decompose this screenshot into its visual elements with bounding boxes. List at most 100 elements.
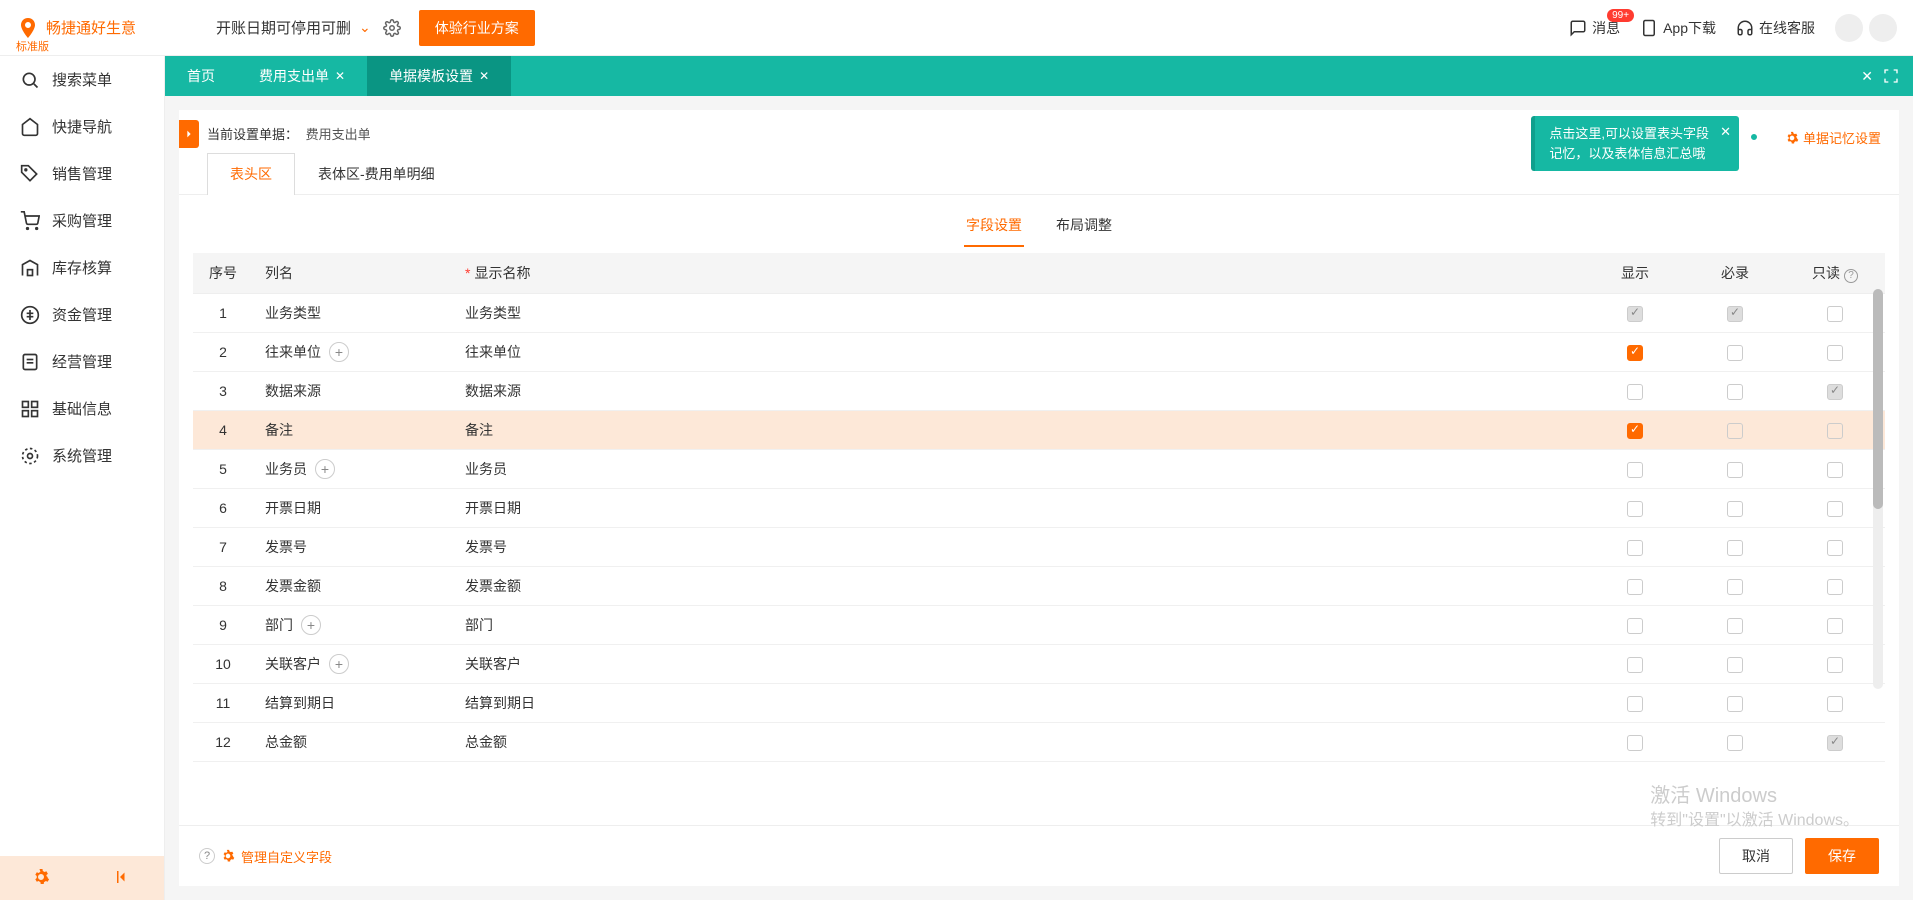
sidebar-item-system[interactable]: 系统管理 (0, 432, 164, 479)
fullscreen-icon[interactable] (1883, 68, 1899, 84)
cell-display[interactable]: 备注 (453, 411, 1585, 450)
checkbox[interactable] (1827, 306, 1843, 322)
cell-display[interactable]: 业务类型 (453, 294, 1585, 333)
cell-display[interactable]: 往来单位 (453, 333, 1585, 372)
cell-display[interactable]: 发票号 (453, 528, 1585, 567)
plus-icon[interactable]: + (329, 654, 349, 674)
header-gear-icon[interactable] (383, 19, 401, 37)
sidebar-item-inventory[interactable]: 库存核算 (0, 244, 164, 291)
plus-icon[interactable]: + (329, 342, 349, 362)
tab-expense[interactable]: 费用支出单 ✕ (237, 56, 367, 96)
cell-display[interactable]: 数据来源 (453, 372, 1585, 411)
checkbox[interactable] (1727, 423, 1743, 439)
checkbox[interactable] (1827, 657, 1843, 673)
scrollbar[interactable] (1873, 289, 1883, 689)
sidebar-item-sales[interactable]: 销售管理 (0, 150, 164, 197)
close-icon[interactable]: ✕ (1720, 122, 1731, 142)
sidebar-item-search[interactable]: 搜索菜单 (0, 56, 164, 103)
sidebar-settings-icon[interactable] (32, 868, 50, 889)
avatar[interactable] (1835, 14, 1863, 42)
sidebar-item-operations[interactable]: 经营管理 (0, 338, 164, 385)
avatar[interactable] (1869, 14, 1897, 42)
table-row[interactable]: 6开票日期开票日期 (193, 489, 1885, 528)
scrollbar-thumb[interactable] (1873, 289, 1883, 509)
checkbox[interactable] (1827, 735, 1843, 751)
logo[interactable]: 畅捷通好生意 (16, 16, 176, 40)
cancel-button[interactable]: 取消 (1719, 838, 1793, 874)
checkbox[interactable] (1827, 423, 1843, 439)
checkbox[interactable] (1827, 540, 1843, 556)
sidebar-item-baseinfo[interactable]: 基础信息 (0, 385, 164, 432)
checkbox[interactable] (1827, 501, 1843, 517)
checkbox[interactable] (1727, 540, 1743, 556)
tab-home[interactable]: 首页 (165, 56, 237, 96)
checkbox[interactable] (1627, 306, 1643, 322)
memory-settings-link[interactable]: 单据记忆设置 (1785, 128, 1881, 147)
cell-display[interactable]: 结算到期日 (453, 684, 1585, 723)
save-button[interactable]: 保存 (1805, 838, 1879, 874)
table-row[interactable]: 9部门+部门 (193, 606, 1885, 645)
table-row[interactable]: 12总金额总金额 (193, 723, 1885, 762)
area-tab-body[interactable]: 表体区-费用单明细 (295, 153, 458, 194)
industry-plan-button[interactable]: 体验行业方案 (419, 10, 535, 46)
checkbox[interactable] (1727, 345, 1743, 361)
checkbox[interactable] (1627, 384, 1643, 400)
cell-display[interactable]: 关联客户 (453, 645, 1585, 684)
checkbox[interactable] (1827, 579, 1843, 595)
table-row[interactable]: 11结算到期日结算到期日 (193, 684, 1885, 723)
cell-display[interactable]: 部门 (453, 606, 1585, 645)
close-all-icon[interactable]: ✕ (1861, 68, 1873, 85)
area-tab-header[interactable]: 表头区 (207, 153, 295, 195)
tab-template-settings[interactable]: 单据模板设置 ✕ (367, 56, 511, 96)
cell-display[interactable]: 业务员 (453, 450, 1585, 489)
checkbox[interactable] (1627, 579, 1643, 595)
table-row[interactable]: 1业务类型业务类型 (193, 294, 1885, 333)
checkbox[interactable] (1727, 735, 1743, 751)
checkbox[interactable] (1827, 696, 1843, 712)
sidebar-item-purchase[interactable]: 采购管理 (0, 197, 164, 244)
checkbox[interactable] (1627, 423, 1643, 439)
checkbox[interactable] (1627, 696, 1643, 712)
close-icon[interactable]: ✕ (335, 69, 345, 83)
sub-tab-fields[interactable]: 字段设置 (964, 209, 1024, 247)
checkbox[interactable] (1827, 345, 1843, 361)
checkbox[interactable] (1627, 657, 1643, 673)
checkbox[interactable] (1727, 462, 1743, 478)
checkbox[interactable] (1727, 579, 1743, 595)
sidebar-item-quicknav[interactable]: 快捷导航 (0, 103, 164, 150)
customer-service-button[interactable]: 在线客服 (1736, 18, 1815, 38)
checkbox[interactable] (1727, 384, 1743, 400)
table-row[interactable]: 4备注备注 (193, 411, 1885, 450)
close-icon[interactable]: ✕ (479, 69, 489, 83)
table-row[interactable]: 7发票号发票号 (193, 528, 1885, 567)
table-row[interactable]: 2往来单位+往来单位 (193, 333, 1885, 372)
checkbox[interactable] (1827, 384, 1843, 400)
checkbox[interactable] (1627, 345, 1643, 361)
checkbox[interactable] (1627, 501, 1643, 517)
checkbox[interactable] (1727, 501, 1743, 517)
table-row[interactable]: 3数据来源数据来源 (193, 372, 1885, 411)
expand-toggle[interactable] (179, 120, 199, 148)
checkbox[interactable] (1827, 618, 1843, 634)
info-icon[interactable]: ? (1844, 269, 1858, 283)
plus-icon[interactable]: + (315, 459, 335, 479)
table-row[interactable]: 5业务员+业务员 (193, 450, 1885, 489)
checkbox[interactable] (1627, 540, 1643, 556)
sidebar-item-finance[interactable]: 资金管理 (0, 291, 164, 338)
cell-display[interactable]: 开票日期 (453, 489, 1585, 528)
checkbox[interactable] (1627, 618, 1643, 634)
plus-icon[interactable]: + (301, 615, 321, 635)
sidebar-collapse-icon[interactable] (114, 868, 132, 889)
checkbox[interactable] (1727, 618, 1743, 634)
checkbox[interactable] (1727, 306, 1743, 322)
app-download-button[interactable]: App下载 (1640, 18, 1716, 38)
checkbox[interactable] (1727, 696, 1743, 712)
checkbox[interactable] (1627, 735, 1643, 751)
cell-display[interactable]: 总金额 (453, 723, 1585, 762)
cell-display[interactable]: 发票金额 (453, 567, 1585, 606)
sub-tab-layout[interactable]: 布局调整 (1054, 209, 1114, 247)
checkbox[interactable] (1627, 462, 1643, 478)
custom-field-link[interactable]: ? 管理自定义字段 (199, 847, 332, 866)
checkbox[interactable] (1727, 657, 1743, 673)
messages-button[interactable]: 消息 99+ (1569, 18, 1620, 38)
